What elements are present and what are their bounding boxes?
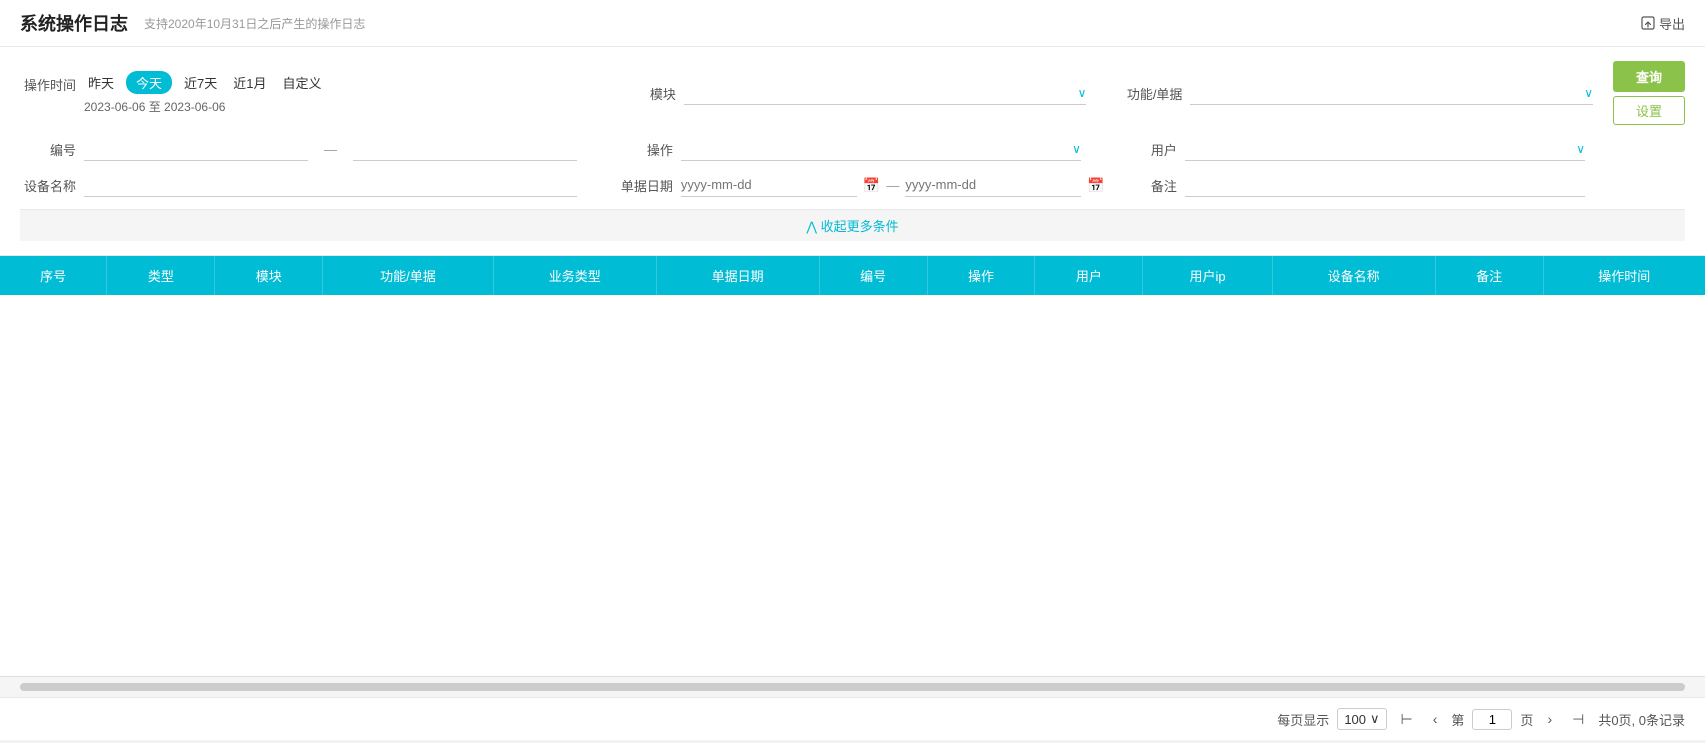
horizontal-scrollbar[interactable]: [20, 683, 1685, 691]
total-info: 共0页, 0条记录: [1598, 710, 1685, 729]
page-title: 系统操作日志: [20, 10, 128, 36]
col-type: 类型: [107, 256, 215, 295]
filter-row-3: 设备名称 单据日期 📅 — 📅 备注: [20, 173, 1685, 197]
user-label: 用户: [1121, 140, 1177, 159]
page-label: 第: [1451, 710, 1464, 729]
operation-select[interactable]: ∨: [681, 138, 1081, 161]
action-buttons: 查询 设置: [1613, 61, 1685, 125]
collapse-chevron-icon: ⋀: [806, 219, 820, 234]
number-end-input[interactable]: [353, 137, 577, 161]
col-module: 模块: [215, 256, 323, 295]
col-user: 用户: [1035, 256, 1143, 295]
remark-input[interactable]: [1185, 173, 1585, 197]
number-dash: —: [324, 142, 337, 157]
module-chevron-icon: ∨: [1078, 86, 1087, 100]
time-buttons: 昨天 今天 近7天 近1月 自定义: [84, 71, 326, 94]
col-biztype: 业务类型: [493, 256, 656, 295]
per-page-chevron-icon: ∨: [1370, 711, 1380, 727]
time-btn-today[interactable]: 今天: [126, 71, 172, 94]
table-header-row: 序号 类型 模块 功能/单据 业务类型 单据日期 编号 操作 用户 用户ip 设…: [0, 256, 1705, 295]
col-optime: 操作时间: [1543, 256, 1705, 295]
table-wrapper: 序号 类型 模块 功能/单据 业务类型 单据日期 编号 操作 用户 用户ip 设…: [0, 256, 1705, 676]
filter-row-1: 操作时间 昨天 今天 近7天 近1月 自定义 2023-06-06 至 2023…: [20, 61, 1685, 125]
filter-row-2: 编号 — 操作 ∨ 用户 ∨: [20, 137, 1685, 161]
per-page-value: 100: [1344, 712, 1366, 727]
export-icon: [1641, 16, 1655, 30]
filter-area: 操作时间 昨天 今天 近7天 近1月 自定义 2023-06-06 至 2023…: [0, 47, 1705, 256]
time-filter-item: 操作时间 昨天 今天 近7天 近1月 自定义 2023-06-06 至 2023…: [20, 71, 580, 115]
device-label: 设备名称: [20, 176, 76, 195]
date-filter-item: 单据日期 📅 — 📅: [577, 173, 1081, 197]
page-header: 系统操作日志 支持2020年10月31日之后产生的操作日志 导出: [0, 0, 1705, 47]
time-btn-1month[interactable]: 近1月: [229, 71, 270, 94]
user-chevron-icon: ∨: [1576, 142, 1585, 156]
number-filter-item: 编号 —: [20, 137, 577, 161]
date-range-dash: —: [886, 178, 899, 193]
function-label: 功能/单据: [1126, 84, 1182, 103]
query-button[interactable]: 查询: [1613, 61, 1685, 92]
number-label: 编号: [20, 140, 76, 159]
page-unit: 页: [1520, 710, 1533, 729]
scrollbar-area[interactable]: [0, 676, 1705, 697]
time-range: 2023-06-06 至 2023-06-06: [84, 98, 326, 115]
device-input[interactable]: [84, 173, 577, 197]
device-filter-item: 设备名称: [20, 173, 577, 197]
next-page-button[interactable]: ›: [1541, 709, 1558, 729]
settings-button[interactable]: 设置: [1613, 96, 1685, 125]
date-end-input[interactable]: [905, 173, 1081, 197]
per-page-select[interactable]: 100 ∨: [1337, 708, 1386, 730]
time-btn-yesterday[interactable]: 昨天: [84, 71, 118, 94]
col-function: 功能/单据: [323, 256, 494, 295]
date-start-input[interactable]: [681, 173, 857, 197]
time-filter-wrapper: 昨天 今天 近7天 近1月 自定义 2023-06-06 至 2023-06-0…: [84, 71, 326, 115]
number-start-input[interactable]: [84, 137, 308, 161]
pagination-bar: 每页显示 100 ∨ ⊢ ‹ 第 页 › ⊣ 共0页, 0条记录: [0, 697, 1705, 740]
date-range: 📅 — 📅: [681, 173, 1105, 197]
first-page-button[interactable]: ⊢: [1395, 709, 1419, 730]
operation-filter-item: 操作 ∨: [577, 138, 1081, 161]
function-select[interactable]: ∨: [1190, 82, 1593, 105]
function-filter-item: 功能/单据 ∨: [1086, 82, 1593, 105]
data-table: 序号 类型 模块 功能/单据 业务类型 单据日期 编号 操作 用户 用户ip 设…: [0, 256, 1705, 295]
function-chevron-icon: ∨: [1584, 86, 1593, 100]
collapse-label: 收起更多条件: [821, 219, 899, 234]
prev-page-button[interactable]: ‹: [1427, 709, 1444, 729]
last-page-button[interactable]: ⊣: [1566, 709, 1590, 730]
per-page-label: 每页显示: [1277, 710, 1329, 729]
col-device: 设备名称: [1272, 256, 1435, 295]
col-userip: 用户ip: [1143, 256, 1272, 295]
module-label: 模块: [620, 84, 676, 103]
remark-filter-item: 备注: [1081, 173, 1585, 197]
col-number: 编号: [819, 256, 927, 295]
operation-label: 操作: [617, 140, 673, 159]
table-header: 序号 类型 模块 功能/单据 业务类型 单据日期 编号 操作 用户 用户ip 设…: [0, 256, 1705, 295]
col-seqno: 序号: [0, 256, 107, 295]
page-number-input[interactable]: [1472, 709, 1512, 730]
content-area: 序号 类型 模块 功能/单据 业务类型 单据日期 编号 操作 用户 用户ip 设…: [0, 256, 1705, 740]
date-label: 单据日期: [617, 176, 673, 195]
time-btn-7days[interactable]: 近7天: [180, 71, 221, 94]
date-start-calendar-icon[interactable]: 📅: [863, 177, 880, 194]
time-label: 操作时间: [20, 75, 76, 94]
col-operation: 操作: [927, 256, 1035, 295]
collapse-bar[interactable]: ⋀ 收起更多条件: [20, 209, 1685, 241]
page-subtitle: 支持2020年10月31日之后产生的操作日志: [144, 15, 365, 32]
module-select[interactable]: ∨: [684, 82, 1087, 105]
col-date: 单据日期: [656, 256, 819, 295]
user-select[interactable]: ∨: [1185, 138, 1585, 161]
module-filter-item: 模块 ∨: [580, 82, 1087, 105]
time-btn-custom[interactable]: 自定义: [279, 71, 326, 94]
operation-chevron-icon: ∨: [1072, 142, 1081, 156]
col-remark: 备注: [1435, 256, 1543, 295]
export-button[interactable]: 导出: [1641, 14, 1685, 33]
remark-label: 备注: [1121, 176, 1177, 195]
main-layout: 操作时间 昨天 今天 近7天 近1月 自定义 2023-06-06 至 2023…: [0, 47, 1705, 740]
user-filter-item: 用户 ∨: [1081, 138, 1585, 161]
